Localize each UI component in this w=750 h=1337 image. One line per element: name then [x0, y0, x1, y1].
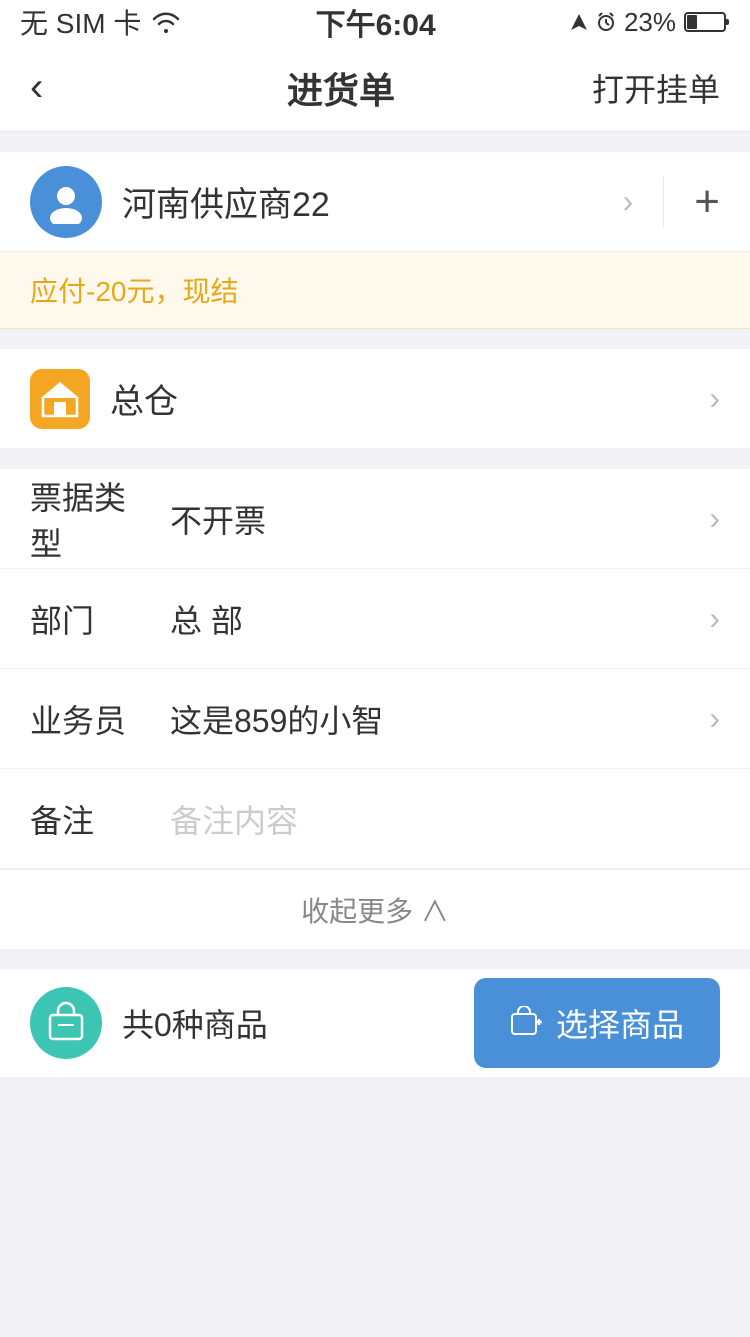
alarm-icon	[596, 12, 616, 32]
person-icon	[44, 180, 88, 224]
battery-icon	[684, 10, 730, 34]
status-carrier: 无 SIM 卡	[20, 2, 181, 42]
select-product-label: 选择商品	[556, 1000, 684, 1046]
remark-input[interactable]: 备注内容	[150, 796, 720, 842]
remark-row[interactable]: 备注 备注内容	[0, 769, 750, 869]
supplier-avatar	[30, 166, 102, 238]
divider-2	[0, 329, 750, 349]
warehouse-row[interactable]: 总仓 ›	[0, 349, 750, 449]
supplier-row[interactable]: 河南供应商22 › +	[0, 152, 750, 252]
collapse-row[interactable]: 收起更多 ∧	[0, 869, 750, 949]
supplier-name: 河南供应商22	[122, 177, 623, 226]
battery-percent: 23%	[624, 7, 676, 38]
warehouse-chevron-icon: ›	[709, 380, 720, 417]
product-count: 共0种商品	[122, 1000, 474, 1046]
status-bar: 无 SIM 卡 下午6:04 23%	[0, 0, 750, 44]
wifi-icon	[151, 11, 181, 33]
status-right: 23%	[570, 7, 730, 38]
salesperson-value: 这是859的小智	[150, 696, 709, 742]
divider-1	[0, 132, 750, 152]
bottom-bar: 共0种商品 选择商品	[0, 969, 750, 1077]
remark-label: 备注	[30, 796, 150, 842]
back-button[interactable]: ‹	[30, 65, 90, 110]
supplier-chevron-icon: ›	[623, 183, 634, 220]
supplier-add-button[interactable]: +	[694, 177, 720, 227]
invoice-chevron-icon: ›	[709, 500, 720, 537]
location-icon	[570, 13, 588, 31]
department-label: 部门	[30, 596, 150, 642]
warehouse-name: 总仓	[110, 374, 709, 423]
status-time: 下午6:04	[316, 0, 436, 44]
form-section: 票据类型 不开票 › 部门 总 部 › 业务员 这是859的小智 › 备注 备注…	[0, 469, 750, 949]
divider-3	[0, 449, 750, 469]
invoice-label: 票据类型	[30, 473, 150, 565]
divider-vertical	[663, 177, 664, 227]
department-row[interactable]: 部门 总 部 ›	[0, 569, 750, 669]
open-pending-button[interactable]: 打开挂单	[592, 65, 720, 111]
nav-title: 进货单	[287, 62, 395, 114]
supplier-section: 河南供应商22 › + 应付-20元，现结	[0, 152, 750, 329]
invoice-value: 不开票	[150, 496, 709, 542]
notice-bar: 应付-20元，现结	[0, 252, 750, 329]
house-icon	[41, 380, 79, 418]
nav-bar: ‹ 进货单 打开挂单	[0, 44, 750, 132]
department-chevron-icon: ›	[709, 600, 720, 637]
background-fill	[0, 1077, 750, 1337]
salesperson-row[interactable]: 业务员 这是859的小智 ›	[0, 669, 750, 769]
salesperson-label: 业务员	[30, 696, 150, 742]
product-icon	[30, 987, 102, 1059]
salesperson-chevron-icon: ›	[709, 700, 720, 737]
notice-text: 应付-20元，现结	[30, 276, 238, 307]
invoice-row[interactable]: 票据类型 不开票 ›	[0, 469, 750, 569]
collapse-label: 收起更多 ∧	[301, 890, 449, 930]
add-product-icon	[510, 1006, 544, 1040]
shopping-bag-icon	[44, 1001, 88, 1045]
department-value: 总 部	[150, 596, 709, 642]
warehouse-icon	[30, 369, 90, 429]
select-product-button[interactable]: 选择商品	[474, 978, 720, 1068]
